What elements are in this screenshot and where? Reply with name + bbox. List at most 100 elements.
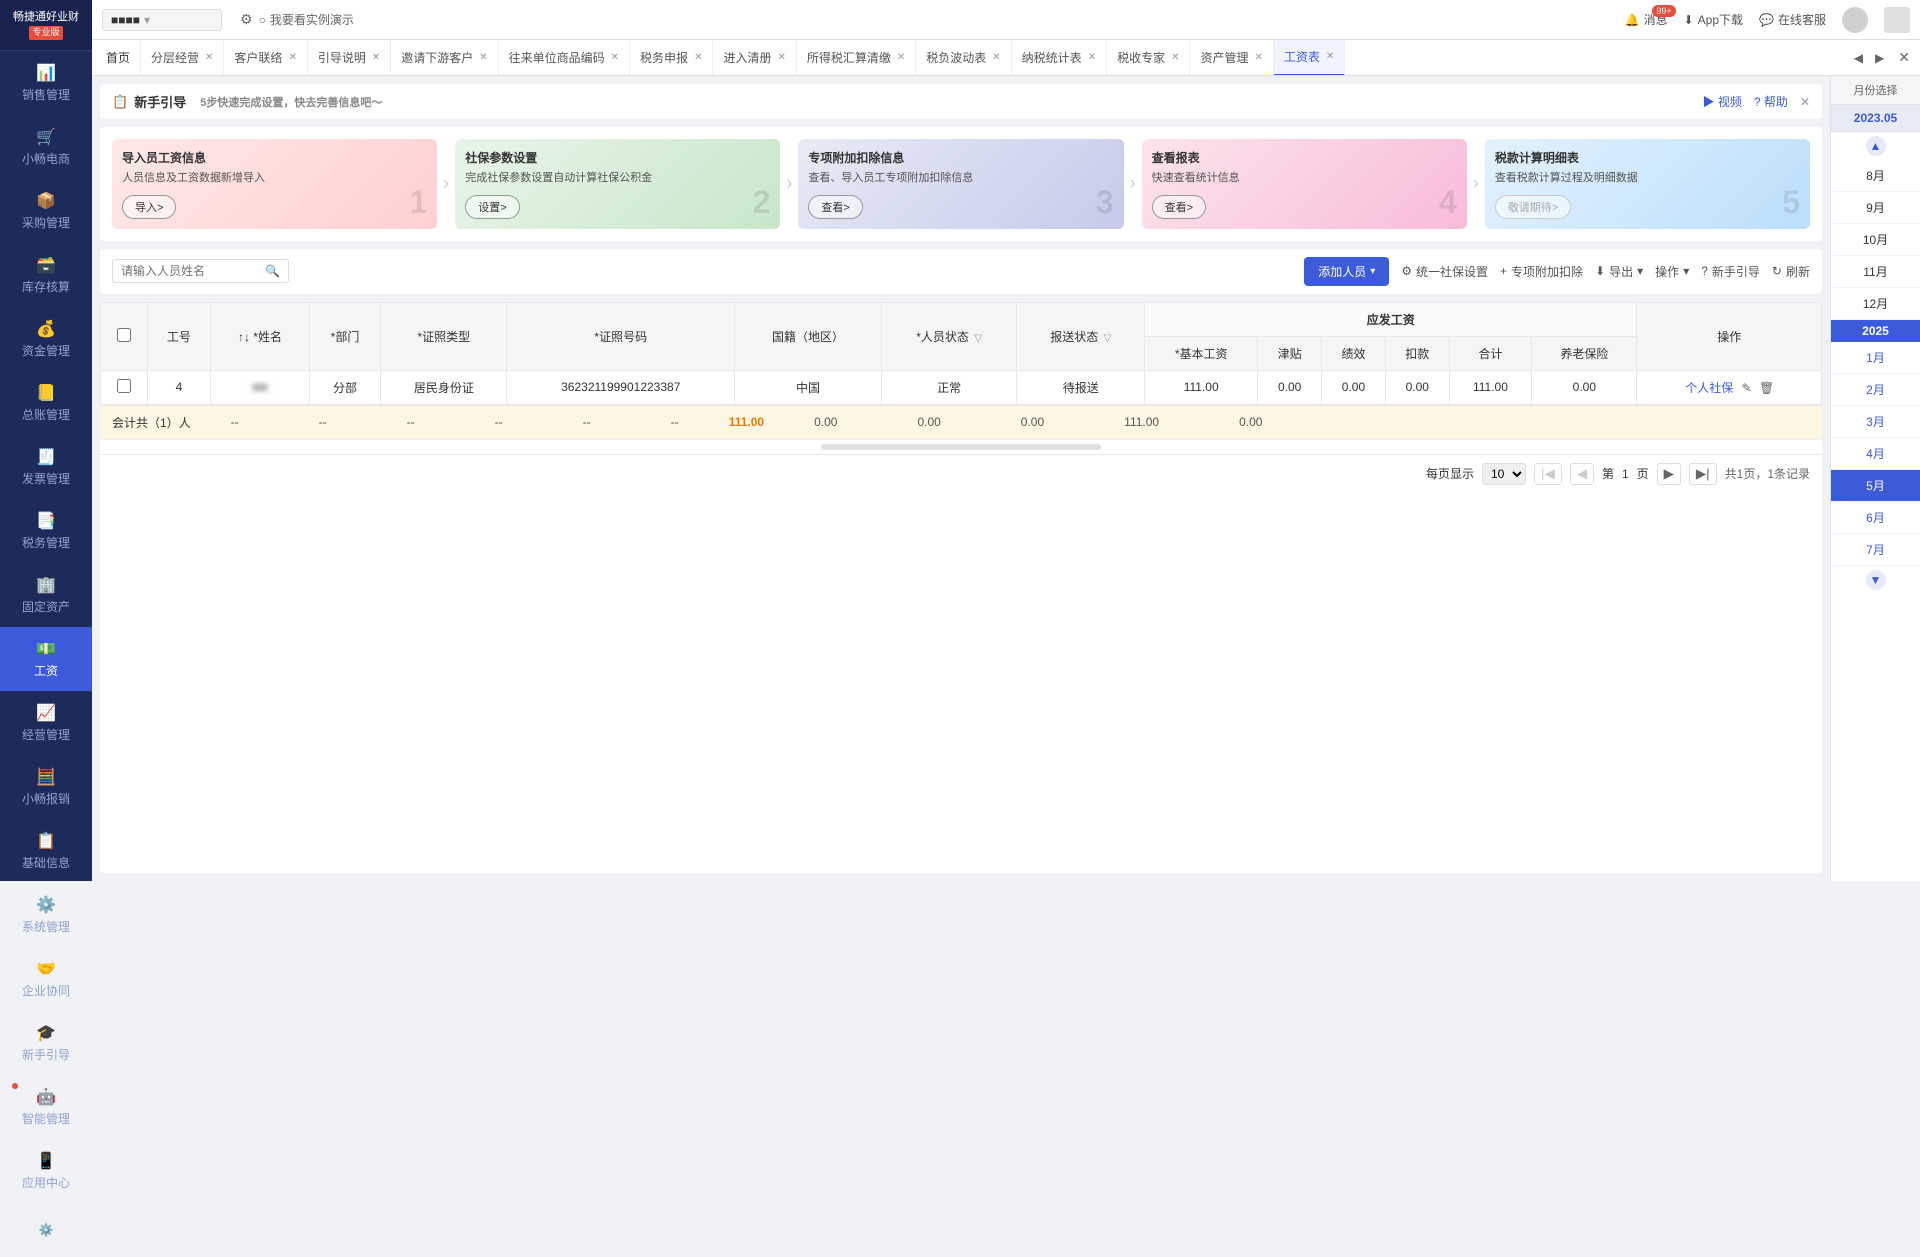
close-icon[interactable]: ✕ [1326, 51, 1334, 62]
tab-invite[interactable]: 邀请下游客户 ✕ [391, 40, 498, 76]
step-2-button[interactable]: 设置> [465, 195, 519, 219]
tab-taxcalc[interactable]: 所得税汇算清缴 ✕ [797, 40, 916, 76]
sidebar-item-system[interactable]: ⚙️ 系统管理 [0, 883, 92, 947]
tab-taxexpert[interactable]: 税收专家 ✕ [1107, 40, 1190, 76]
export-button[interactable]: ⬇ 导出 ▾ [1595, 263, 1643, 280]
month-item-4[interactable]: 4月 [1831, 438, 1920, 470]
close-icon[interactable]: ✕ [1255, 52, 1263, 63]
sidebar-item-ecom[interactable]: 🛒 小畅电商 [0, 115, 92, 179]
guide-help-link[interactable]: ? 帮助 [1754, 93, 1788, 110]
first-page-button[interactable]: |◀ [1534, 463, 1562, 485]
sidebar-item-ledger[interactable]: 📒 总账管理 [0, 371, 92, 435]
month-item-2[interactable]: 2月 [1831, 374, 1920, 406]
nav-left-arrow[interactable]: ◀ [1850, 49, 1867, 67]
edit-icon[interactable]: ✎ [1742, 381, 1752, 395]
newguide-button[interactable]: ? 新手引导 [1701, 263, 1760, 280]
sidebar-item-assets[interactable]: 🏢 固定资产 [0, 563, 92, 627]
delete-icon[interactable]: 🗑 [1759, 381, 1774, 395]
personal-social-link[interactable]: 个人社保 [1685, 381, 1733, 395]
sidebar-item-ops[interactable]: 📈 经营管理 [0, 691, 92, 755]
notification-button[interactable]: 🔔 消息 99+ [1625, 11, 1668, 28]
sidebar-item-coop[interactable]: 🤝 企业协同 [0, 947, 92, 1011]
horizontal-scrollbar[interactable] [821, 444, 1101, 450]
close-icon[interactable]: ✕ [611, 52, 619, 63]
sidebar-item-smart[interactable]: 🤖 智能管理 [0, 1075, 92, 1139]
sidebar-item-sales[interactable]: 📊 销售管理 [0, 51, 92, 115]
month-item-12[interactable]: 12月 [1831, 288, 1920, 320]
step-4-button[interactable]: 查看> [1152, 195, 1206, 219]
search-icon[interactable]: 🔍 [265, 264, 280, 278]
sidebar-item-inventory[interactable]: 🗃️ 库存核算 [0, 243, 92, 307]
tab-salary[interactable]: 工资表 ✕ [1274, 40, 1345, 76]
close-icon[interactable]: ✕ [992, 52, 1000, 63]
user-menu[interactable] [1884, 7, 1910, 33]
sidebar-item-basic[interactable]: 📋 基础信息 [0, 819, 92, 883]
sidebar-item-guide[interactable]: 🎓 新手引导 [0, 1011, 92, 1075]
sidebar-item-appstore[interactable]: 📱 应用中心 [0, 1139, 92, 1203]
tab-assets-mgmt[interactable]: 资产管理 ✕ [1190, 40, 1273, 76]
tab-customer[interactable]: 客户联络 ✕ [224, 40, 307, 76]
app-download-button[interactable]: ⬇ App下载 [1684, 11, 1743, 28]
online-service-button[interactable]: 💬 在线客服 [1759, 11, 1826, 28]
row-checkbox[interactable] [117, 379, 131, 393]
month-down-button[interactable]: ▼ [1866, 570, 1886, 590]
tab-partition[interactable]: 分层经营 ✕ [141, 40, 224, 76]
close-all-tabs[interactable]: ✕ [1892, 47, 1916, 68]
tab-intro[interactable]: 引导说明 ✕ [308, 40, 391, 76]
month-item-1[interactable]: 1月 [1831, 342, 1920, 374]
tab-clearbook[interactable]: 进入清册 ✕ [713, 40, 796, 76]
demo-button[interactable]: ○ 我要看实例演示 [259, 11, 354, 28]
close-icon[interactable]: ✕ [897, 52, 905, 63]
guide-video-link[interactable]: ▶ 视频 [1703, 93, 1742, 110]
sidebar-item-purchase[interactable]: 📦 采购管理 [0, 179, 92, 243]
tab-taxbenefit[interactable]: 税负波动表 ✕ [916, 40, 1011, 76]
tab-home[interactable]: 首页 [96, 40, 141, 76]
toolbar-right: 添加人员 ▾ ⚙ 统一社保设置 + 专项附加扣除 ⬇ [1304, 257, 1810, 286]
tab-products[interactable]: 往来单位商品编码 ✕ [499, 40, 630, 76]
tab-taxstats[interactable]: 纳税统计表 ✕ [1012, 40, 1107, 76]
social-settings-button[interactable]: ⚙ 统一社保设置 [1401, 263, 1488, 280]
settings-gear[interactable]: ⚙️ [35, 1213, 58, 1247]
month-item-6[interactable]: 6月 [1831, 502, 1920, 534]
close-icon[interactable]: ✕ [372, 52, 380, 63]
sidebar-item-invoice[interactable]: 🧾 发票管理 [0, 435, 92, 499]
cell-base: 111.00 [1145, 370, 1258, 404]
close-icon[interactable]: ✕ [288, 52, 296, 63]
step-1-button[interactable]: 导入> [122, 195, 176, 219]
user-avatar[interactable] [1842, 7, 1868, 33]
prev-page-button[interactable]: ◀ [1570, 463, 1594, 485]
select-all-checkbox[interactable] [117, 328, 131, 342]
next-page-button[interactable]: ▶ [1657, 463, 1681, 485]
month-item-11[interactable]: 11月 [1831, 256, 1920, 288]
month-up-button[interactable]: ▲ [1866, 136, 1886, 156]
nav-right-arrow[interactable]: ▶ [1871, 49, 1888, 67]
special-deduct-button[interactable]: + 专项附加扣除 [1500, 263, 1583, 280]
close-icon[interactable]: ✕ [1088, 52, 1096, 63]
page-size-select[interactable]: 10 20 50 [1482, 463, 1526, 485]
close-icon[interactable]: ✕ [777, 52, 785, 63]
sidebar-item-report[interactable]: 🧮 小畅报销 [0, 755, 92, 819]
month-item-5[interactable]: 5月 [1831, 470, 1920, 502]
close-icon[interactable]: ✕ [694, 52, 702, 63]
operate-button[interactable]: 操作 ▾ [1655, 263, 1689, 280]
close-icon[interactable]: ✕ [1171, 52, 1179, 63]
sidebar-item-tax[interactable]: 📑 税务管理 [0, 499, 92, 563]
refresh-button[interactable]: ↻ 刷新 [1772, 263, 1810, 280]
add-person-button[interactable]: 添加人员 ▾ [1304, 257, 1389, 286]
search-input[interactable] [121, 264, 261, 278]
close-icon[interactable]: ✕ [479, 52, 487, 63]
tab-taxreport[interactable]: 税务申报 ✕ [630, 40, 713, 76]
sidebar-item-capital[interactable]: 💰 资金管理 [0, 307, 92, 371]
month-item-3[interactable]: 3月 [1831, 406, 1920, 438]
month-item-10[interactable]: 10月 [1831, 224, 1920, 256]
step-3-button[interactable]: 查看> [808, 195, 862, 219]
company-selector[interactable]: ■■■■ ▾ [102, 9, 222, 31]
guide-close-icon[interactable]: ✕ [1800, 95, 1810, 109]
last-page-button[interactable]: ▶| [1689, 463, 1717, 485]
settings-icon[interactable]: ⚙ [240, 11, 253, 28]
month-item-7[interactable]: 7月 [1831, 534, 1920, 566]
sidebar-item-salary[interactable]: 💵 工资 [0, 627, 92, 691]
month-item-9[interactable]: 9月 [1831, 192, 1920, 224]
close-icon[interactable]: ✕ [205, 52, 213, 63]
month-item-8[interactable]: 8月 [1831, 160, 1920, 192]
